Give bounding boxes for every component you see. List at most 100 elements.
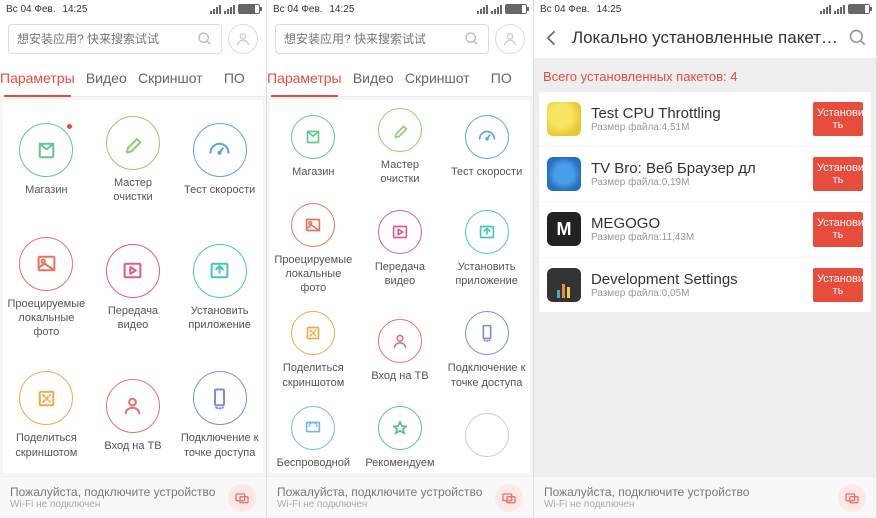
search-icon: [848, 28, 868, 48]
tile-label: Магазин: [292, 165, 334, 179]
panel-local-packages: Вс 04 Фев. 14:25 Локально установленные …: [534, 0, 877, 518]
tab-soft[interactable]: ПО: [470, 60, 533, 96]
tile[interactable]: Установить приложение: [443, 195, 530, 304]
tile[interactable]: Магазин: [3, 100, 90, 221]
tab-soft[interactable]: ПО: [203, 60, 266, 96]
app-row[interactable]: TV Bro: Веб Браузер дл Размер файла:0,19…: [539, 147, 871, 202]
tab-label: Видео: [353, 70, 394, 86]
tile[interactable]: Подключение к точке доступа: [176, 355, 263, 473]
install-button[interactable]: Установить: [813, 268, 863, 302]
tile[interactable]: Беспроводной: [270, 398, 357, 473]
tile[interactable]: Передача видео: [90, 221, 177, 356]
status-time: 14:25: [62, 4, 87, 15]
tile[interactable]: Установить приложение: [176, 221, 263, 356]
tile[interactable]: Передача видео: [357, 195, 444, 304]
content: Всего установленных пакетов: 4 Test CPU …: [534, 58, 876, 476]
tile[interactable]: Мастер очистки: [90, 100, 177, 221]
search-input[interactable]: [284, 32, 458, 46]
tile[interactable]: Вход на ТВ: [357, 303, 444, 398]
tile[interactable]: Подключение к точке доступа: [443, 303, 530, 398]
footer-line1: Пожалуйста, подключите устройство: [544, 485, 749, 499]
search-box[interactable]: [8, 24, 222, 54]
status-time: 14:25: [596, 4, 621, 15]
tile[interactable]: Проецируемые локальные фото: [3, 221, 90, 356]
tile[interactable]: Вход на ТВ: [90, 355, 177, 473]
search-input[interactable]: [17, 32, 191, 46]
footer: Пожалуйста, подключите устройство Wi-Fi …: [267, 476, 533, 518]
tile-icon: [291, 311, 335, 355]
install-button[interactable]: Установить: [813, 212, 863, 246]
install-button[interactable]: Установить: [813, 157, 863, 191]
tile[interactable]: Тест скорости: [176, 100, 263, 221]
tile-icon: [106, 244, 160, 298]
app-size: Размер файла:0,05M: [591, 288, 803, 299]
tab-params[interactable]: Параметры: [0, 60, 75, 96]
tile-icon: [106, 116, 160, 170]
footer: Пожалуйста, подключите устройство Wi-Fi …: [534, 476, 876, 518]
footer-line1: Пожалуйста, подключите устройство: [277, 485, 482, 499]
tile[interactable]: Рекомендуем: [357, 398, 444, 473]
app-size: Размер файла:11,43M: [591, 232, 803, 243]
mirror-button[interactable]: [838, 484, 866, 512]
app-size: Размер файла:0,19M: [591, 177, 803, 188]
tile-label: Вход на ТВ: [371, 369, 428, 383]
install-button[interactable]: Установить: [813, 102, 863, 136]
app-icon: [547, 268, 581, 302]
tile-label: Передача видео: [94, 304, 173, 333]
tile[interactable]: Поделиться скриншотом: [3, 355, 90, 473]
person-icon: [502, 31, 518, 47]
mirror-button[interactable]: [228, 484, 256, 512]
signal-icon: [210, 5, 221, 14]
tile-icon: [378, 210, 422, 254]
tile-icon: [465, 413, 509, 457]
tile-icon: [465, 210, 509, 254]
profile-button[interactable]: [228, 24, 258, 54]
footer-line2: Wi-Fi не подключен: [10, 499, 215, 510]
tile[interactable]: Мастер очистки: [357, 100, 444, 195]
app-row[interactable]: Development Settings Размер файла:0,05M …: [539, 258, 871, 312]
tile[interactable]: Магазин: [270, 100, 357, 195]
tile[interactable]: Проецируемые локальные фото: [270, 195, 357, 304]
tab-screenshot[interactable]: Скриншот: [405, 60, 470, 96]
tile-label: Установить приложение: [447, 260, 526, 289]
content: Магазин Мастер очистки Тест скорости Про…: [0, 97, 266, 476]
back-button[interactable]: [542, 28, 562, 48]
app-row[interactable]: Test CPU Throttling Размер файла:4,51M У…: [539, 92, 871, 147]
status-date: Вс 04 Фев.: [6, 4, 56, 15]
tile-icon: [193, 123, 247, 177]
app-row[interactable]: M MEGOGO Размер файла:11,43M Установить: [539, 202, 871, 257]
search-icon: [464, 31, 480, 47]
page-title: Локально установленные пакет…: [572, 28, 838, 48]
search-button[interactable]: [848, 28, 868, 48]
tile-icon: [291, 203, 335, 247]
tile[interactable]: [443, 398, 530, 473]
status-date: Вс 04 Фев.: [273, 4, 323, 15]
tab-params[interactable]: Параметры: [267, 60, 342, 96]
tab-screenshot[interactable]: Скриншот: [138, 60, 203, 96]
search-row: [267, 18, 533, 60]
profile-button[interactable]: [495, 24, 525, 54]
footer: Пожалуйста, подключите устройство Wi-Fi …: [0, 476, 266, 518]
tile-label: Беспроводной: [277, 456, 350, 470]
mirror-button[interactable]: [495, 484, 523, 512]
search-box[interactable]: [275, 24, 489, 54]
tile-label: Подключение к точке доступа: [447, 361, 526, 390]
tile-label: Мастер очистки: [94, 176, 173, 205]
tab-video[interactable]: Видео: [75, 60, 138, 96]
header: Локально установленные пакет…: [534, 18, 876, 58]
signal-icon: [477, 5, 488, 14]
tile[interactable]: Поделиться скриншотом: [270, 303, 357, 398]
tab-video[interactable]: Видео: [342, 60, 405, 96]
status-bar: Вс 04 Фев. 14:25: [0, 0, 266, 18]
mirror-icon: [234, 490, 250, 506]
content: Магазин Мастер очистки Тест скорости Про…: [267, 97, 533, 476]
tile-label: Подключение к точке доступа: [180, 431, 259, 460]
signal-icon: [224, 5, 235, 14]
battery-icon: [238, 4, 260, 14]
app-name: TV Bro: Веб Браузер дл: [591, 160, 803, 177]
tile-label: Передача видео: [361, 260, 440, 289]
app-name: Development Settings: [591, 271, 803, 288]
tab-label: Параметры: [267, 70, 342, 86]
tile[interactable]: Тест скорости: [443, 100, 530, 195]
tile-label: Тест скорости: [451, 165, 522, 179]
